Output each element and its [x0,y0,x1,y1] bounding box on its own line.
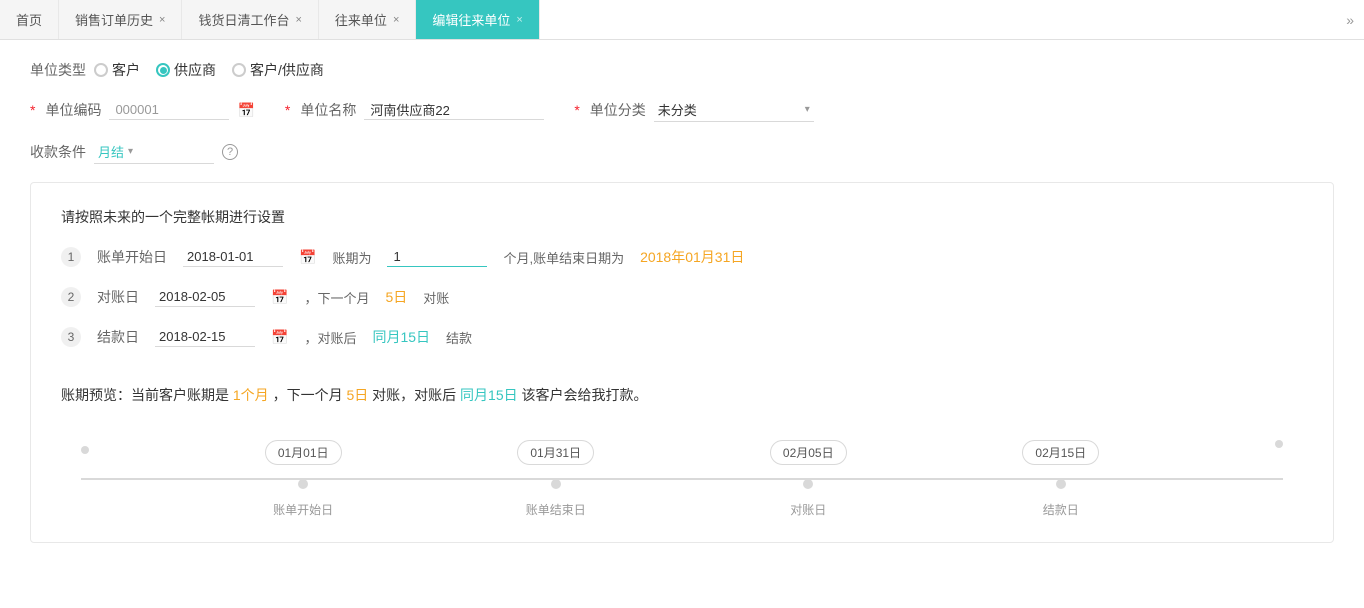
period-num-3: 3 [61,327,81,347]
period-date-2[interactable] [155,287,255,307]
radio-supplier[interactable]: 供应商 [156,60,216,80]
period-months-input[interactable] [387,247,487,267]
period-suffix-2c: 对账 [423,288,449,307]
timeline-start-cap [81,440,89,454]
timeline-badge-3: 02月05日 [770,440,847,465]
radio-customer-label: 客户 [112,60,140,80]
preview-connector2: 对账，对账后 [372,387,456,403]
code-input[interactable] [109,100,229,120]
period-label-1: 账单开始日 [97,247,167,267]
tab-edit-partner[interactable]: 编辑往来单位 × [416,0,539,39]
calendar-icon-code[interactable]: 📅 [237,102,254,119]
period-suffix-3b: 同月15日 [372,327,430,347]
period-end-date: 2018年01月31日 [640,247,744,267]
period-suffix-2a: ，下一个月 [304,288,369,307]
tab-cash-work[interactable]: 钱货日清工作台 × [182,0,318,39]
payment-help-icon[interactable]: ? [222,144,238,160]
timeline-badge-2: 01月31日 [517,440,594,465]
timeline-points: 01月01日 账单开始日 01月31日 账单结束日 02月05日 对账日 02月… [81,440,1283,518]
period-label-2: 对账日 [97,287,139,307]
preview-connector1: ，下一个月 [273,387,343,403]
period-row-1: 1 账单开始日 📅 账期为 个月,账单结束日期为 2018年01月31日 [61,247,1303,267]
timeline-badge-1: 01月01日 [265,440,342,465]
period-row-2: 2 对账日 📅 ，下一个月 5日 对账 [61,287,1303,307]
payment-value: 月结 [98,142,124,161]
period-suffix-2b: 5日 [385,287,407,307]
period-row-3: 3 结款日 📅 ，对账后 同月15日 结款 [61,327,1303,347]
unit-type-label: 单位类型 [30,60,86,80]
preview-prefix: 账期预览：当前客户账期是 [61,387,229,403]
radio-supplier-label: 供应商 [174,60,216,80]
unit-type-row: 单位类型 客户 供应商 客户/供应商 [30,60,1334,80]
timeline-point-2: 01月31日 账单结束日 [517,440,594,518]
cal-icon-1[interactable]: 📅 [299,249,316,266]
radio-both[interactable]: 客户/供应商 [232,60,324,80]
period-date-1[interactable] [183,247,283,267]
close-tab-partner[interactable]: × [393,14,399,26]
period-date-3[interactable] [155,327,255,347]
main-content: 单位类型 客户 供应商 客户/供应商 * 单位编码 [0,40,1364,608]
tab-expand-button[interactable]: » [1336,0,1364,39]
category-select[interactable]: 未分类 ▾ [654,98,814,122]
period-num-1: 1 [61,247,81,267]
timeline-label-2: 账单结束日 [526,501,586,518]
category-value: 未分类 [658,100,797,119]
timeline-point-1: 01月01日 账单开始日 [265,440,342,518]
period-unit-1: 个月,账单结束日期为 [503,248,624,267]
tab-partner[interactable]: 往来单位 × [319,0,416,39]
payment-label: 收款条件 [30,142,86,162]
radio-customer[interactable]: 客户 [94,60,140,80]
close-tab-sales[interactable]: × [159,14,165,26]
expand-icon: » [1346,12,1354,28]
code-label: 单位编码 [45,100,101,120]
cal-icon-3[interactable]: 📅 [271,329,288,346]
cal-icon-2[interactable]: 📅 [271,289,288,306]
tab-sales-history[interactable]: 销售订单历史 × [59,0,182,39]
preview-suffix: 该客户会给我打款。 [522,387,648,403]
period-card-title: 请按照未来的一个完整帐期进行设置 [61,207,1303,227]
unit-type-radio-group: 客户 供应商 客户/供应商 [94,60,324,80]
period-suffix-3a: ，对账后 [304,328,356,347]
radio-both-label: 客户/供应商 [250,60,324,80]
period-num-2: 2 [61,287,81,307]
category-label: 单位分类 [590,100,646,120]
timeline: 01月01日 账单开始日 01月31日 账单结束日 02月05日 对账日 02月… [61,440,1303,518]
period-label-3: 结款日 [97,327,139,347]
name-input[interactable] [364,100,544,120]
payment-row: 收款条件 月结 ▾ ? [30,140,1334,164]
timeline-label-3: 对账日 [790,501,826,518]
timeline-label-4: 结款日 [1043,501,1079,518]
period-card: 请按照未来的一个完整帐期进行设置 1 账单开始日 📅 账期为 个月,账单结束日期… [30,182,1334,543]
period-suffix-1: 账期为 [332,248,371,267]
preview-part1: 1个月 [233,387,269,403]
preview-part3: 同月15日 [460,387,518,403]
name-label: 单位名称 [300,100,356,120]
close-tab-cash[interactable]: × [295,14,301,26]
timeline-end-cap [1275,440,1283,448]
timeline-badge-4: 02月15日 [1022,440,1099,465]
unit-info-row: * 单位编码 📅 * 单位名称 * 单位分类 未分类 ▾ [30,98,1334,122]
chevron-down-icon: ▾ [805,104,810,115]
period-suffix-3c: 结款 [446,328,472,347]
preview-part2: 5日 [346,387,368,403]
tab-home[interactable]: 首页 [0,0,59,39]
timeline-label-1: 账单开始日 [273,501,333,518]
payment-select[interactable]: 月结 ▾ [94,140,214,164]
close-tab-edit-partner[interactable]: × [516,14,522,26]
timeline-point-3: 02月05日 对账日 [770,440,847,518]
tab-bar: 首页 销售订单历史 × 钱货日清工作台 × 往来单位 × 编辑往来单位 × » [0,0,1364,40]
preview-section: 账期预览：当前客户账期是 1个月 ，下一个月 5日 对账，对账后 同月15日 该… [61,367,1303,416]
payment-chevron-icon: ▾ [128,146,133,157]
timeline-point-4: 02月15日 结款日 [1022,440,1099,518]
